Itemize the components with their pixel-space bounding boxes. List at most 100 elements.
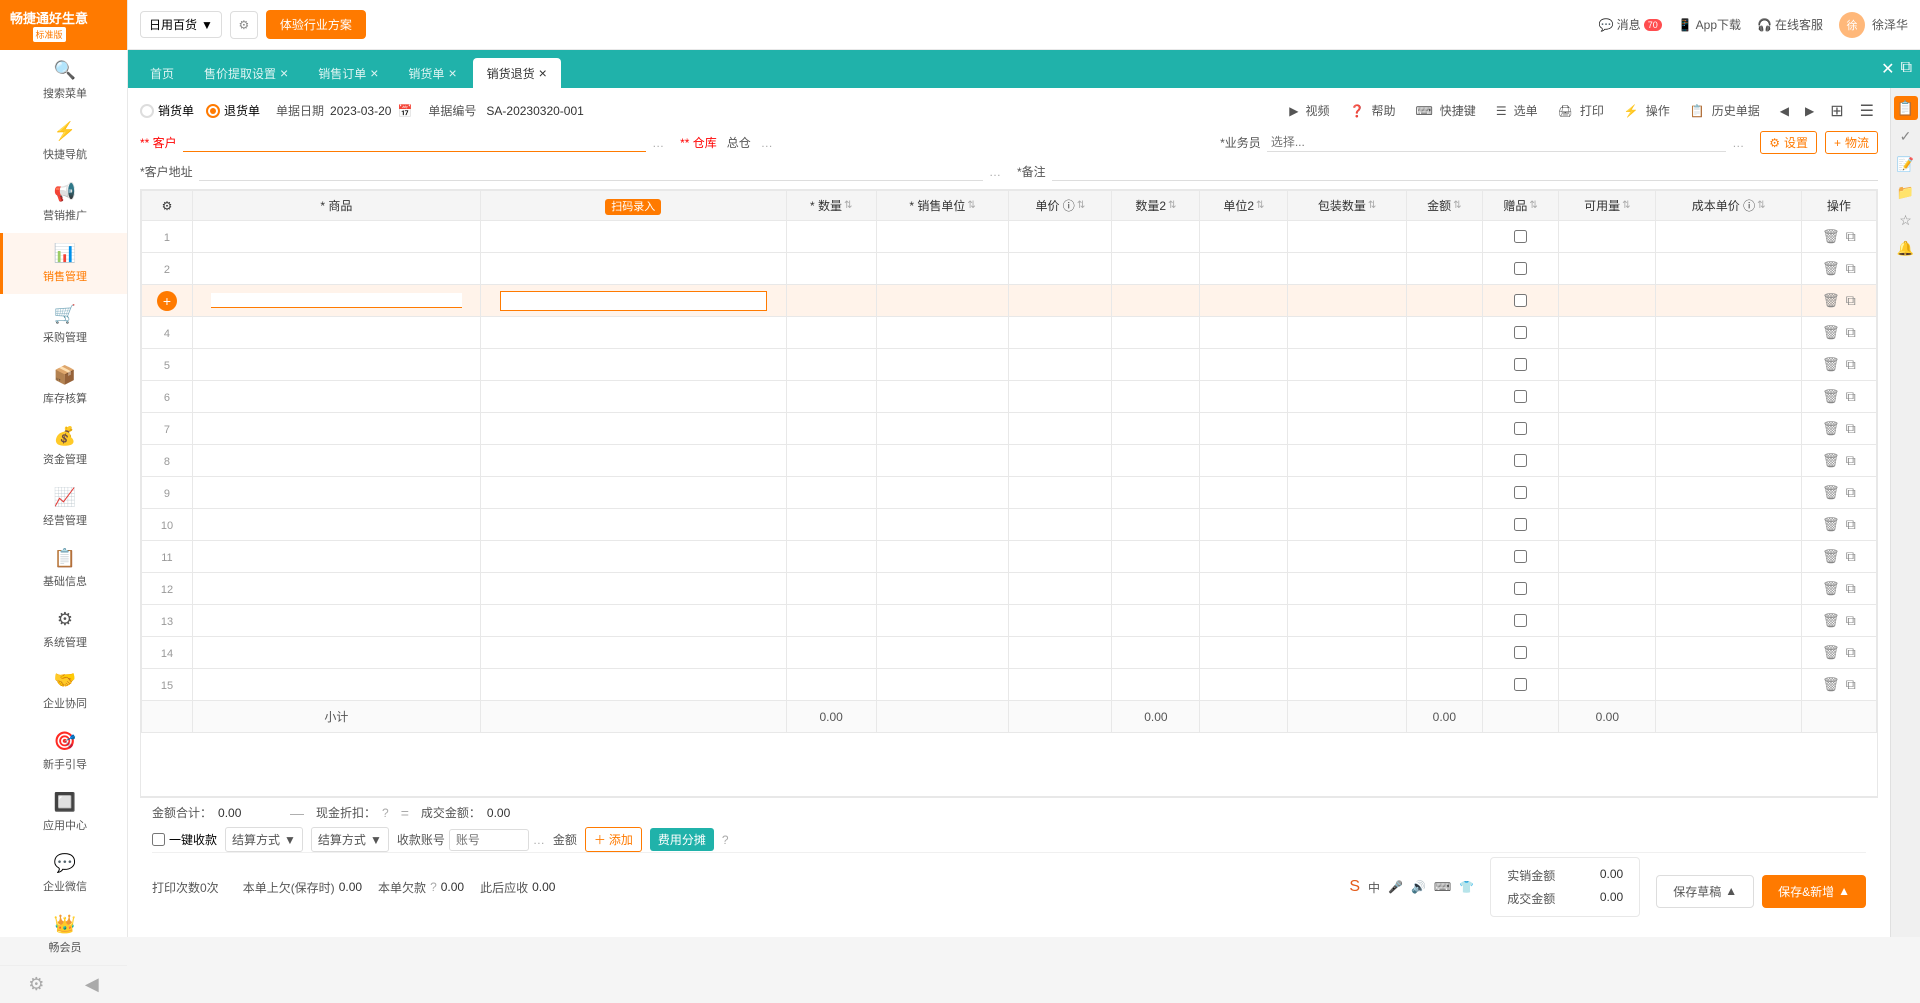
cell-3-available[interactable]	[1559, 285, 1656, 317]
user-avatar[interactable]: 徐 徐泽华	[1839, 12, 1908, 38]
cell-5-cost_price[interactable]	[1656, 349, 1801, 381]
cell-15-pkg_qty[interactable]	[1288, 669, 1406, 701]
cell-9-price[interactable]	[1009, 477, 1112, 509]
sale-order-radio[interactable]: 销货单	[140, 102, 194, 119]
cell-8-cost_price[interactable]	[1656, 445, 1801, 477]
cell-15-qty2[interactable]	[1112, 669, 1200, 701]
col-sort-unit2[interactable]: 单位2 ⇅	[1223, 197, 1264, 214]
sidebar-item-8[interactable]: 📋基础信息	[0, 538, 127, 599]
cell-14-available[interactable]	[1559, 637, 1656, 669]
cell-8-qty[interactable]	[786, 445, 876, 477]
cell-12-product[interactable]	[192, 573, 480, 605]
customer-input[interactable]	[183, 133, 646, 152]
cell-4-price[interactable]	[1009, 317, 1112, 349]
gear-button[interactable]: ⚙	[230, 11, 258, 39]
gift-check-15[interactable]	[1514, 678, 1527, 691]
cell-11-qty2[interactable]	[1112, 541, 1200, 573]
delete-icon-5[interactable]: 🗑	[1822, 356, 1840, 373]
cell-11-product[interactable]	[192, 541, 480, 573]
gift-check-5[interactable]	[1514, 358, 1527, 371]
cell-8-amount[interactable]	[1406, 445, 1482, 477]
one-key-check[interactable]	[152, 833, 165, 846]
history-btn[interactable]: 📋 历史单据	[1686, 98, 1768, 123]
cell-10-amount[interactable]	[1406, 509, 1482, 541]
col-sort-cost_price[interactable]: 成本单价 ⓘ ⇅	[1692, 197, 1766, 214]
col-sort-available[interactable]: 可用量 ⇅	[1584, 197, 1630, 214]
fee-split-btn[interactable]: 费用分摊	[650, 828, 714, 851]
delete-icon-4[interactable]: 🗑	[1822, 324, 1840, 341]
cell-1-qty[interactable]	[786, 221, 876, 253]
industry-select[interactable]: 日用百货 ▼	[140, 11, 222, 38]
cell-11-price[interactable]	[1009, 541, 1112, 573]
message-btn[interactable]: 💬 消息 70	[1599, 16, 1662, 33]
tab-0[interactable]: 首页	[136, 58, 188, 88]
cell-14-product[interactable]	[192, 637, 480, 669]
cell-13-pkg_qty[interactable]	[1288, 605, 1406, 637]
cell-6-product[interactable]	[192, 381, 480, 413]
col-sort-action[interactable]: 操作	[1827, 197, 1851, 214]
cell-6-available[interactable]	[1559, 381, 1656, 413]
cell-7-unit[interactable]	[876, 413, 1008, 445]
cell-14-scan[interactable]	[480, 637, 786, 669]
prev-record-icon[interactable]: ◀	[1776, 102, 1793, 120]
cell-14-amount[interactable]	[1406, 637, 1482, 669]
copy-icon-9[interactable]: ⧉	[1846, 484, 1856, 501]
sidebar-item-13[interactable]: 💬企业微信	[0, 843, 127, 904]
cell-1-product[interactable]	[192, 221, 480, 253]
cell-11-qty[interactable]	[786, 541, 876, 573]
sidebar-item-2[interactable]: 📢营销推广	[0, 172, 127, 233]
cell-13-qty2[interactable]	[1112, 605, 1200, 637]
cell-5-pkg_qty[interactable]	[1288, 349, 1406, 381]
tab-1[interactable]: 售价提取设置 ×	[190, 58, 302, 88]
gift-check-6[interactable]	[1514, 390, 1527, 403]
customer-select-icon[interactable]: …	[652, 136, 664, 150]
address-input[interactable]	[199, 162, 983, 181]
cell-1-unit[interactable]	[876, 221, 1008, 253]
cell-8-product[interactable]	[192, 445, 480, 477]
gift-check-3[interactable]	[1514, 294, 1527, 307]
salesperson-input[interactable]	[1267, 133, 1726, 152]
sidebar-item-0[interactable]: 🔍搜索菜单	[0, 50, 127, 111]
account-dots[interactable]: …	[533, 833, 545, 847]
operate-btn[interactable]: ⚡ 操作	[1620, 98, 1678, 123]
tab-close-3[interactable]: ×	[448, 66, 456, 80]
copy-icon-2[interactable]: ⧉	[1846, 260, 1856, 277]
cell-2-unit[interactable]	[876, 253, 1008, 285]
delete-icon-14[interactable]: 🗑	[1822, 644, 1840, 661]
col-sort-amount[interactable]: 金额 ⇅	[1427, 197, 1461, 214]
cell-5-qty[interactable]	[786, 349, 876, 381]
cell-13-unit2[interactable]	[1200, 605, 1288, 637]
gift-check-12[interactable]	[1514, 582, 1527, 595]
cell-5-scan[interactable]	[480, 349, 786, 381]
copy-icon-15[interactable]: ⧉	[1846, 676, 1856, 693]
sidebar-item-3[interactable]: 📊销售管理	[0, 233, 127, 294]
cell-3-price[interactable]	[1009, 285, 1112, 317]
copy-icon-14[interactable]: ⧉	[1846, 644, 1856, 661]
cell-3-pkg_qty[interactable]	[1288, 285, 1406, 317]
fee-help-icon[interactable]: ?	[722, 833, 729, 847]
cell-2-qty[interactable]	[786, 253, 876, 285]
copy-icon-10[interactable]: ⧉	[1846, 516, 1856, 533]
right-panel-icon-0[interactable]: 📋	[1894, 96, 1918, 120]
cell-10-pkg_qty[interactable]	[1288, 509, 1406, 541]
cell-11-pkg_qty[interactable]	[1288, 541, 1406, 573]
shirt-icon[interactable]: 👕	[1459, 880, 1474, 894]
cell-11-available[interactable]	[1559, 541, 1656, 573]
cell-2-available[interactable]	[1559, 253, 1656, 285]
cell-6-unit2[interactable]	[1200, 381, 1288, 413]
delete-icon-7[interactable]: 🗑	[1822, 420, 1840, 437]
keyboard-icon[interactable]: ⌨	[1434, 880, 1451, 894]
scan-input-3[interactable]	[500, 291, 767, 311]
remark-input[interactable]	[1052, 162, 1878, 181]
cell-7-scan[interactable]	[480, 413, 786, 445]
cell-13-scan[interactable]	[480, 605, 786, 637]
cell-3-unit[interactable]	[876, 285, 1008, 317]
account-input[interactable]	[449, 829, 529, 851]
settlement-select[interactable]: 结算方式 ▼	[225, 827, 303, 852]
gift-check-7[interactable]	[1514, 422, 1527, 435]
gift-check-8[interactable]	[1514, 454, 1527, 467]
copy-icon-3[interactable]: ⧉	[1846, 292, 1856, 309]
cell-10-price[interactable]	[1009, 509, 1112, 541]
add-payment-btn[interactable]: ＋ 添加	[585, 827, 642, 852]
cell-9-pkg_qty[interactable]	[1288, 477, 1406, 509]
